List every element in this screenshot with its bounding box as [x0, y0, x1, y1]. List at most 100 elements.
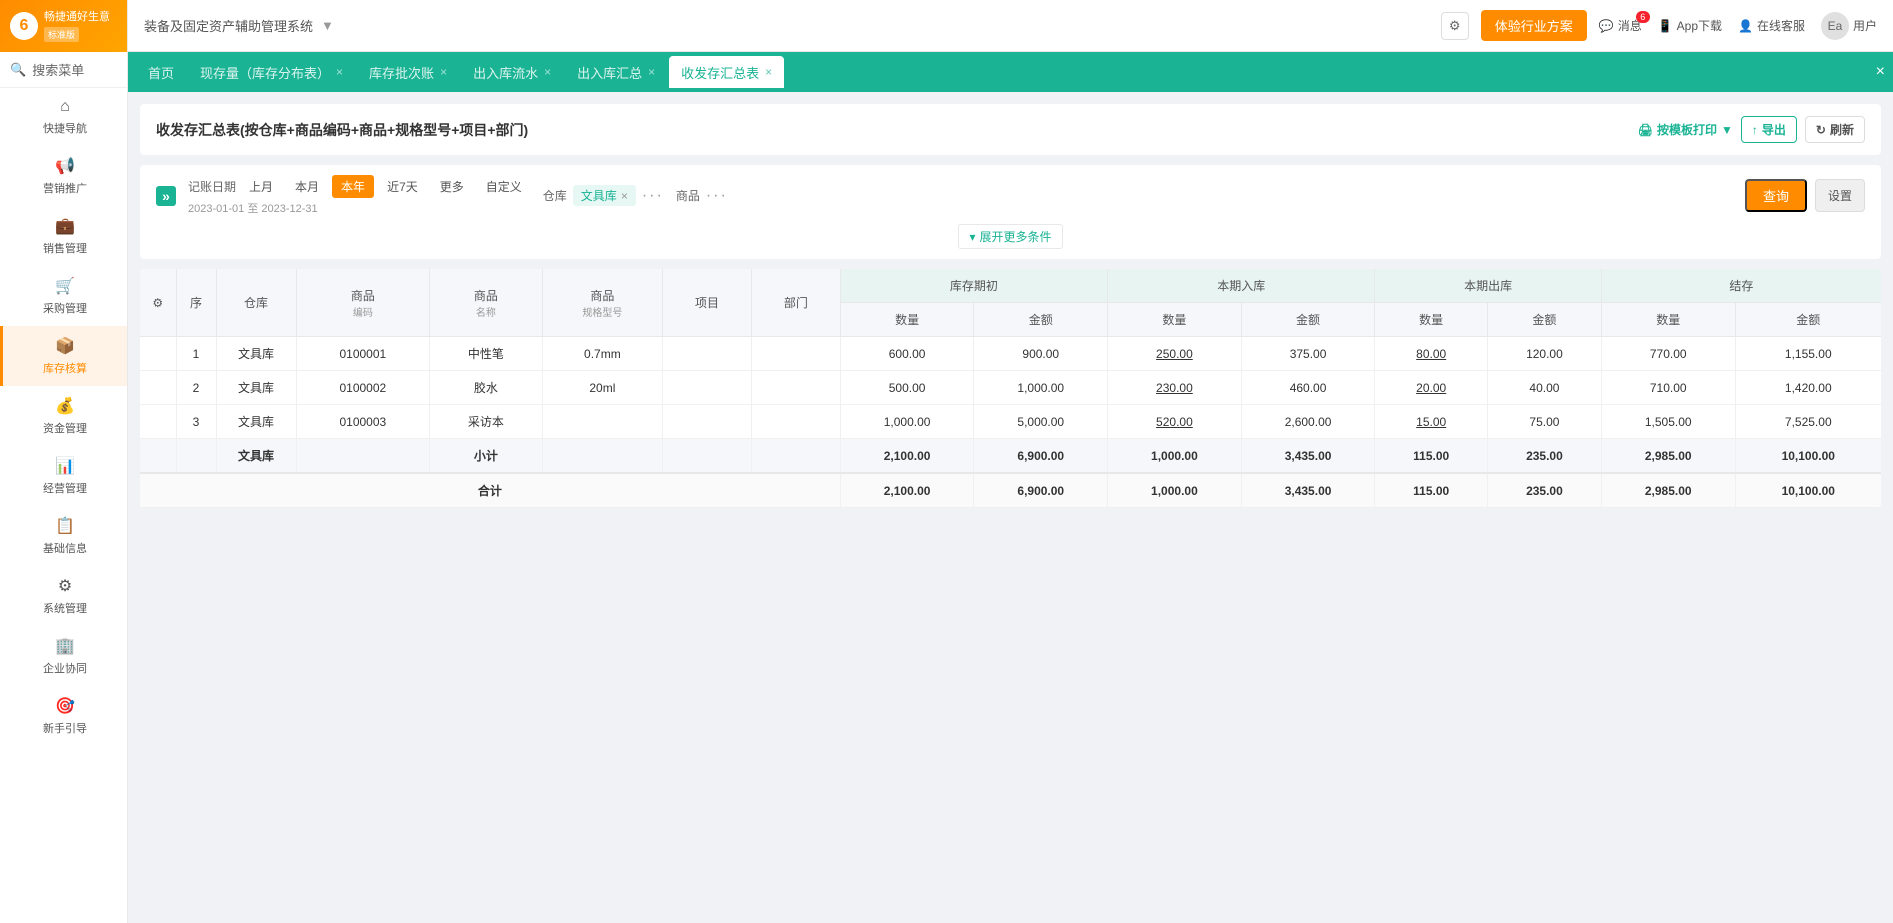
basic-icon: 📋 [55, 516, 75, 536]
footer-in-qty: 1,000.00 [1108, 473, 1242, 508]
th-warehouse: 仓库 [216, 269, 296, 337]
cell-out-qty[interactable]: 20.00 [1375, 371, 1488, 405]
date-btn-more[interactable]: 更多 [431, 175, 473, 198]
cell-project [663, 405, 752, 439]
sidebar-item-finance[interactable]: 💰 资金管理 [0, 386, 127, 446]
sidebar-item-marketing[interactable]: 📢 营销推广 [0, 146, 127, 206]
filter-action-buttons: 查询 设置 [1745, 179, 1865, 212]
tab-inventory-dist[interactable]: 现存量（库存分布表） × [188, 56, 355, 88]
table-footer: 合计 2,100.00 6,900.00 1,000.00 3,435.00 1… [140, 473, 1881, 508]
dropdown-icon[interactable]: ▼ [321, 18, 334, 33]
th-group-out: 本期出库 [1375, 269, 1601, 303]
export-icon: ↑ [1752, 123, 1758, 137]
user-button[interactable]: Ea 用户 [1821, 12, 1877, 40]
th-out-amt: 金额 [1487, 303, 1601, 337]
print-chevron-icon: ▼ [1721, 123, 1733, 137]
tab-inout-summary-close[interactable]: × [648, 65, 655, 79]
date-btn-last-month[interactable]: 上月 [240, 175, 282, 198]
system-title-area: 装备及固定资产辅助管理系统 ▼ [144, 16, 1429, 35]
warehouse-label: 仓库 [543, 187, 567, 204]
refresh-button[interactable]: ↻ 刷新 [1805, 116, 1865, 143]
tab-recv-send-summary[interactable]: 收发存汇总表 × [669, 56, 784, 88]
quick-nav-icon: ⌂ [60, 98, 70, 116]
tab-inout-flow[interactable]: 出入库流水 × [461, 56, 563, 88]
app-download-button[interactable]: 📱 App下载 [1658, 17, 1722, 34]
tab-batch-ledger-close[interactable]: × [440, 65, 447, 79]
sidebar-item-label: 经营管理 [43, 480, 87, 496]
table-row: 2 文具库 0100002 胶水 20ml 500.00 1,000.00 23… [140, 371, 1881, 405]
print-button[interactable]: 🖨 按模板打印 ▼ [1638, 121, 1733, 138]
th-in-qty: 数量 [1108, 303, 1242, 337]
sidebar-item-label: 企业协同 [43, 660, 87, 676]
expand-conditions-button[interactable]: ▾ 展开更多条件 [958, 224, 1062, 249]
th-settings[interactable]: ⚙ [140, 269, 176, 337]
sidebar-item-basic[interactable]: 📋 基础信息 [0, 506, 127, 566]
cell-in-qty[interactable]: 230.00 [1108, 371, 1242, 405]
date-btn-this-month[interactable]: 本月 [286, 175, 328, 198]
date-btn-this-year[interactable]: 本年 [332, 175, 374, 198]
tab-inout-flow-close[interactable]: × [544, 65, 551, 79]
filter-toggle[interactable]: » [156, 186, 176, 206]
sidebar-item-enterprise[interactable]: 🏢 企业协同 [0, 626, 127, 686]
sidebar-item-operations[interactable]: 📊 经营管理 [0, 446, 127, 506]
product-ellipsis[interactable]: ··· [706, 187, 728, 205]
sidebar-item-quick-nav[interactable]: ⌂ 快捷导航 [0, 88, 127, 146]
close-all-tabs-button[interactable]: × [1876, 63, 1885, 81]
purchase-icon: 🛒 [55, 276, 75, 296]
sidebar-item-sales[interactable]: 💼 销售管理 [0, 206, 127, 266]
th-opening-amt: 金额 [974, 303, 1108, 337]
date-filter-group: 记账日期 上月 本月 本年 近7天 更多 自定义 2023-01-01 至 20… [188, 175, 531, 216]
search-icon: 🔍 [10, 62, 26, 78]
cell-in-qty: 1,000.00 [1108, 439, 1242, 474]
message-button[interactable]: 💬 消息 6 [1599, 17, 1642, 34]
print-icon: 🖨 [1638, 123, 1653, 137]
cell-opening-qty: 500.00 [840, 371, 974, 405]
tab-inventory-dist-close[interactable]: × [336, 65, 343, 79]
cell-balance-amt: 10,100.00 [1735, 439, 1881, 474]
cell-product-name: 采访本 [430, 405, 543, 439]
sidebar-search[interactable]: 🔍 搜索菜单 [0, 52, 127, 88]
online-service-button[interactable]: 👤 在线客服 [1738, 17, 1805, 34]
sidebar-item-purchase[interactable]: 🛒 采购管理 [0, 266, 127, 326]
tab-recv-send-summary-close[interactable]: × [765, 65, 772, 79]
date-btn-custom[interactable]: 自定义 [477, 175, 531, 198]
page-title: 收发存汇总表(按仓库+商品编码+商品+规格型号+项目+部门) [156, 120, 528, 140]
cell-product-name: 小计 [430, 439, 543, 474]
header-actions: 💬 消息 6 📱 App下载 👤 在线客服 Ea 用户 [1599, 12, 1877, 40]
sidebar-item-guide[interactable]: 🎯 新手引导 [0, 686, 127, 746]
tab-inout-summary[interactable]: 出入库汇总 × [565, 56, 667, 88]
product-label: 商品 [676, 187, 700, 204]
sidebar-item-label: 快捷导航 [43, 120, 87, 136]
th-out-qty: 数量 [1375, 303, 1488, 337]
cell-in-qty[interactable]: 250.00 [1108, 337, 1242, 371]
tab-home[interactable]: 首页 [136, 56, 186, 88]
expand-icon: ▾ [969, 230, 975, 244]
product-filter: 商品 ··· [676, 187, 728, 205]
tab-bar-end: × [1876, 63, 1885, 81]
date-btn-7days[interactable]: 近7天 [378, 175, 427, 198]
logo-tag: 标准版 [44, 27, 79, 42]
try-industry-button[interactable]: 体验行业方案 [1481, 10, 1587, 41]
cell-num [176, 439, 216, 474]
warehouse-ellipsis[interactable]: ··· [642, 187, 664, 205]
sidebar-item-inventory[interactable]: 📦 库存核算 [0, 326, 127, 386]
th-product-code: 商品编码 [296, 269, 430, 337]
tab-inventory-dist-label: 现存量（库存分布表） [200, 63, 330, 82]
filter-settings-button[interactable]: 设置 [1815, 179, 1865, 212]
settings-button[interactable]: ⚙ [1441, 12, 1469, 40]
sidebar-item-system[interactable]: ⚙ 系统管理 [0, 566, 127, 626]
tab-batch-ledger[interactable]: 库存批次账 × [357, 56, 459, 88]
tab-recv-send-summary-label: 收发存汇总表 [681, 63, 759, 82]
export-button[interactable]: ↑ 导出 [1741, 116, 1797, 143]
warehouse-tag-remove[interactable]: × [621, 189, 628, 203]
cell-balance-qty: 710.00 [1601, 371, 1735, 405]
inventory-icon: 📦 [55, 336, 75, 356]
warehouse-tag: 文具库 × [573, 185, 636, 206]
cell-in-qty[interactable]: 520.00 [1108, 405, 1242, 439]
filter-expand-icon[interactable]: » [156, 186, 176, 206]
query-button[interactable]: 查询 [1745, 179, 1807, 212]
cell-out-qty[interactable]: 80.00 [1375, 337, 1488, 371]
cell-settings [140, 371, 176, 405]
cell-out-qty[interactable]: 15.00 [1375, 405, 1488, 439]
cell-balance-amt: 1,420.00 [1735, 371, 1881, 405]
